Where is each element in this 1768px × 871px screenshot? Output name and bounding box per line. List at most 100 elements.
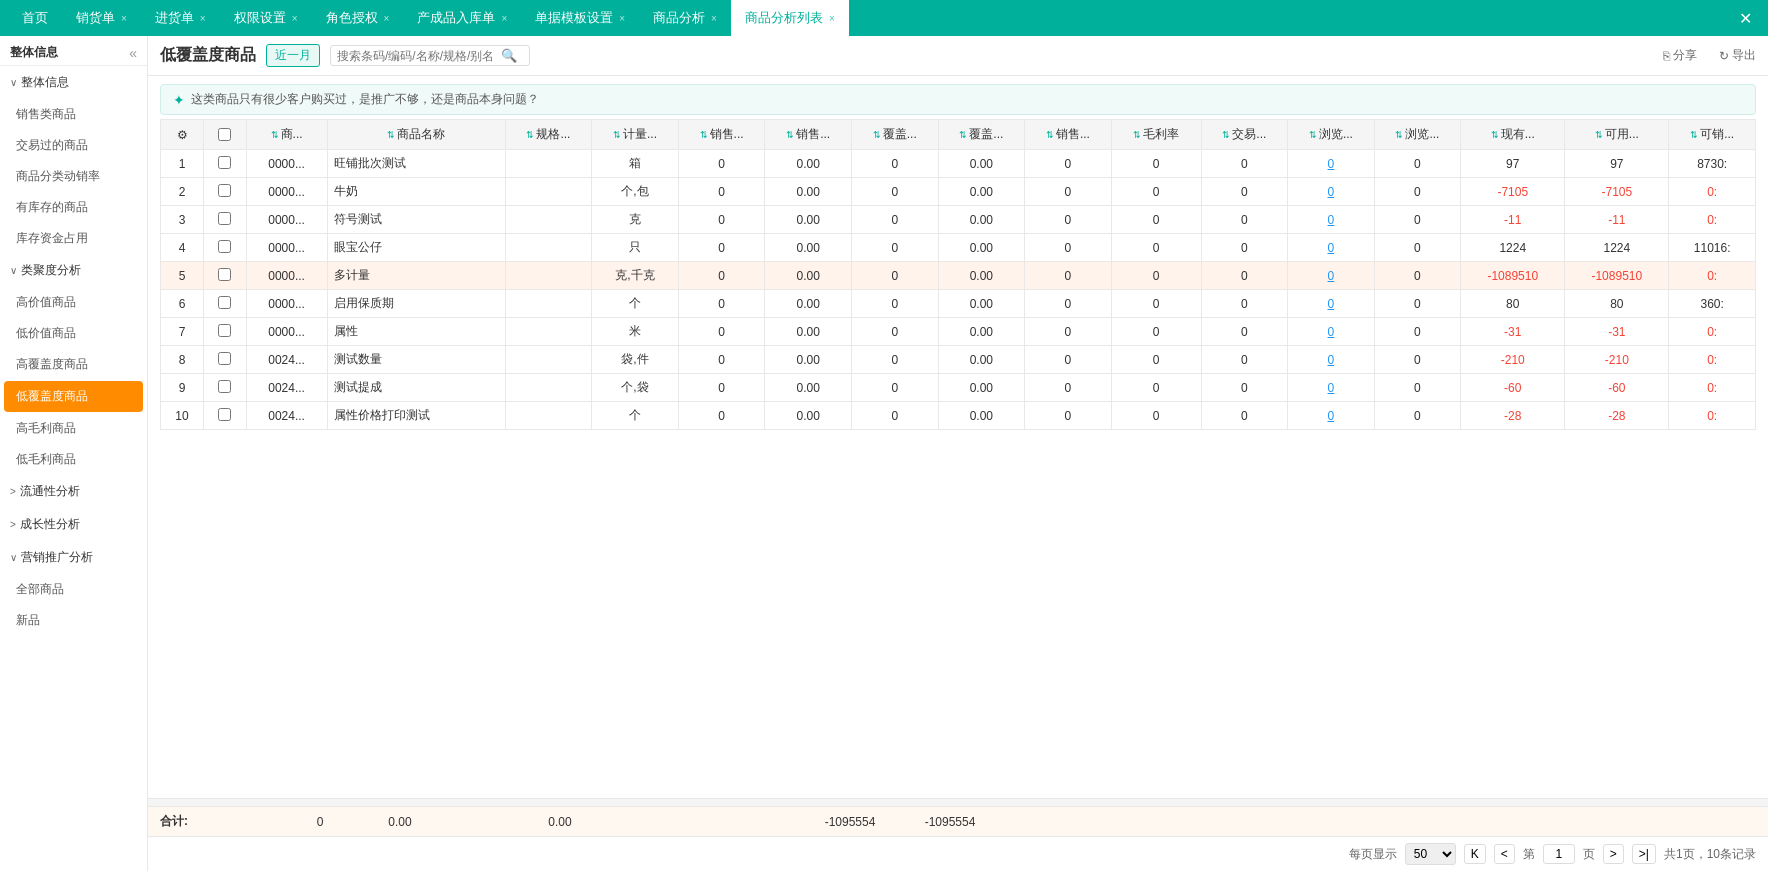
sidebar-item-category-rate[interactable]: 商品分类动销率 bbox=[0, 161, 147, 192]
col-checkbox[interactable] bbox=[204, 120, 246, 150]
search-icon[interactable]: 🔍 bbox=[501, 48, 517, 63]
horizontal-scrollbar[interactable] bbox=[148, 798, 1768, 806]
col-browse1[interactable]: ⇅浏览... bbox=[1288, 120, 1375, 150]
sidebar-item-in-stock[interactable]: 有库存的商品 bbox=[0, 192, 147, 223]
prev-page-button[interactable]: < bbox=[1494, 844, 1515, 864]
col-cover1[interactable]: ⇅覆盖... bbox=[851, 120, 938, 150]
next-page-button[interactable]: > bbox=[1603, 844, 1624, 864]
row-browse1[interactable]: 0 bbox=[1288, 178, 1375, 206]
row-select-checkbox[interactable] bbox=[218, 212, 231, 225]
sidebar-item-low-coverage[interactable]: 低覆盖度商品 bbox=[4, 381, 143, 412]
close-icon[interactable]: × bbox=[711, 13, 717, 24]
col-spec[interactable]: ⇅规格... bbox=[505, 120, 592, 150]
row-select-checkbox[interactable] bbox=[218, 296, 231, 309]
sidebar-section-cluster[interactable]: ∨ 类聚度分析 bbox=[0, 254, 147, 287]
row-select-checkbox[interactable] bbox=[218, 352, 231, 365]
row-browse1[interactable]: 0 bbox=[1288, 290, 1375, 318]
row-select-checkbox[interactable] bbox=[218, 184, 231, 197]
col-gross-rate[interactable]: ⇅毛利率 bbox=[1111, 120, 1201, 150]
sidebar-item-stock-capital[interactable]: 库存资金占用 bbox=[0, 223, 147, 254]
last-page-button[interactable]: >| bbox=[1632, 844, 1656, 864]
nav-purchase-order[interactable]: 进货单 × bbox=[141, 0, 220, 36]
row-select-checkbox[interactable] bbox=[218, 408, 231, 421]
row-browse1[interactable]: 0 bbox=[1288, 206, 1375, 234]
close-icon[interactable]: × bbox=[501, 13, 507, 24]
row-checkbox[interactable] bbox=[204, 150, 246, 178]
close-icon[interactable]: × bbox=[384, 13, 390, 24]
row-checkbox[interactable] bbox=[204, 206, 246, 234]
row-browse1[interactable]: 0 bbox=[1288, 262, 1375, 290]
row-checkbox[interactable] bbox=[204, 374, 246, 402]
col-sales-x[interactable]: ⇅销售... bbox=[1025, 120, 1112, 150]
sidebar-section-growth[interactable]: > 成长性分析 bbox=[0, 508, 147, 541]
row-select-checkbox[interactable] bbox=[218, 324, 231, 337]
sidebar-item-traded-goods[interactable]: 交易过的商品 bbox=[0, 130, 147, 161]
sidebar-item-high-margin[interactable]: 高毛利商品 bbox=[0, 413, 147, 444]
col-saleable[interactable]: ⇅可销... bbox=[1669, 120, 1756, 150]
close-icon[interactable]: × bbox=[292, 13, 298, 24]
close-icon[interactable]: × bbox=[200, 13, 206, 24]
col-available[interactable]: ⇅可用... bbox=[1565, 120, 1669, 150]
sidebar-item-high-coverage[interactable]: 高覆盖度商品 bbox=[0, 349, 147, 380]
col-trade[interactable]: ⇅交易... bbox=[1201, 120, 1288, 150]
col-current[interactable]: ⇅现有... bbox=[1461, 120, 1565, 150]
sidebar-item-low-value[interactable]: 低价值商品 bbox=[0, 318, 147, 349]
close-icon[interactable]: × bbox=[121, 13, 127, 24]
sidebar-item-all-goods[interactable]: 全部商品 bbox=[0, 574, 147, 605]
sidebar-item-low-margin[interactable]: 低毛利商品 bbox=[0, 444, 147, 475]
row-browse1[interactable]: 0 bbox=[1288, 234, 1375, 262]
row-checkbox[interactable] bbox=[204, 290, 246, 318]
col-sales-amt[interactable]: ⇅销售... bbox=[765, 120, 852, 150]
row-checkbox[interactable] bbox=[204, 234, 246, 262]
nav-role-auth[interactable]: 角色授权 × bbox=[312, 0, 404, 36]
page-number-input[interactable] bbox=[1543, 844, 1575, 864]
row-checkbox[interactable] bbox=[204, 402, 246, 430]
col-code[interactable]: ⇅商... bbox=[246, 120, 327, 150]
row-select-checkbox[interactable] bbox=[218, 156, 231, 169]
first-page-button[interactable]: K bbox=[1464, 844, 1486, 864]
row-browse1[interactable]: 0 bbox=[1288, 402, 1375, 430]
row-browse1[interactable]: 0 bbox=[1288, 318, 1375, 346]
close-icon[interactable]: × bbox=[829, 13, 835, 24]
row-select-checkbox[interactable] bbox=[218, 268, 231, 281]
row-select-checkbox[interactable] bbox=[218, 380, 231, 393]
row-browse1[interactable]: 0 bbox=[1288, 150, 1375, 178]
page-size-select[interactable]: 50 100 200 bbox=[1405, 843, 1456, 865]
close-icon[interactable]: × bbox=[619, 13, 625, 24]
sidebar-section-overall[interactable]: ∨ 整体信息 bbox=[0, 66, 147, 99]
row-select-checkbox[interactable] bbox=[218, 240, 231, 253]
col-unit[interactable]: ⇅计量... bbox=[592, 120, 679, 150]
row-checkbox[interactable] bbox=[204, 178, 246, 206]
row-browse1[interactable]: 0 bbox=[1288, 346, 1375, 374]
date-filter-button[interactable]: 近一月 bbox=[266, 44, 320, 67]
sidebar-item-high-value[interactable]: 高价值商品 bbox=[0, 287, 147, 318]
row-checkbox[interactable] bbox=[204, 262, 246, 290]
col-browse2[interactable]: ⇅浏览... bbox=[1374, 120, 1461, 150]
nav-template-settings[interactable]: 单据模板设置 × bbox=[521, 0, 639, 36]
window-close-button[interactable]: ✕ bbox=[1731, 9, 1760, 28]
search-input[interactable] bbox=[337, 49, 497, 63]
nav-product-analysis[interactable]: 商品分析 × bbox=[639, 0, 731, 36]
nav-product-inbound[interactable]: 产成品入库单 × bbox=[403, 0, 521, 36]
row-name: 测试数量 bbox=[327, 346, 505, 374]
select-all-checkbox[interactable] bbox=[218, 128, 231, 141]
sidebar-section-circulation[interactable]: > 流通性分析 bbox=[0, 475, 147, 508]
nav-permissions[interactable]: 权限设置 × bbox=[220, 0, 312, 36]
col-settings[interactable]: ⚙ bbox=[161, 120, 204, 150]
nav-sales-order[interactable]: 销货单 × bbox=[62, 0, 141, 36]
row-checkbox[interactable] bbox=[204, 346, 246, 374]
col-cover2[interactable]: ⇅覆盖... bbox=[938, 120, 1025, 150]
row-browse1[interactable]: 0 bbox=[1288, 374, 1375, 402]
sidebar-item-sales-goods[interactable]: 销售类商品 bbox=[0, 99, 147, 130]
nav-product-analysis-list[interactable]: 商品分析列表 × bbox=[731, 0, 849, 36]
col-sales-qty[interactable]: ⇅销售... bbox=[678, 120, 765, 150]
nav-home[interactable]: 首页 bbox=[8, 0, 62, 36]
sidebar-collapse-btn[interactable]: « bbox=[123, 45, 143, 61]
sidebar-section-marketing[interactable]: ∨ 营销推广分析 bbox=[0, 541, 147, 574]
share-button[interactable]: ⎘ 分享 bbox=[1663, 47, 1697, 64]
col-name[interactable]: ⇅商品名称 bbox=[327, 120, 505, 150]
sidebar-item-new-goods[interactable]: 新品 bbox=[0, 605, 147, 636]
export-button[interactable]: ↻ 导出 bbox=[1719, 47, 1756, 64]
row-cover2: 0.00 bbox=[938, 346, 1025, 374]
row-checkbox[interactable] bbox=[204, 318, 246, 346]
